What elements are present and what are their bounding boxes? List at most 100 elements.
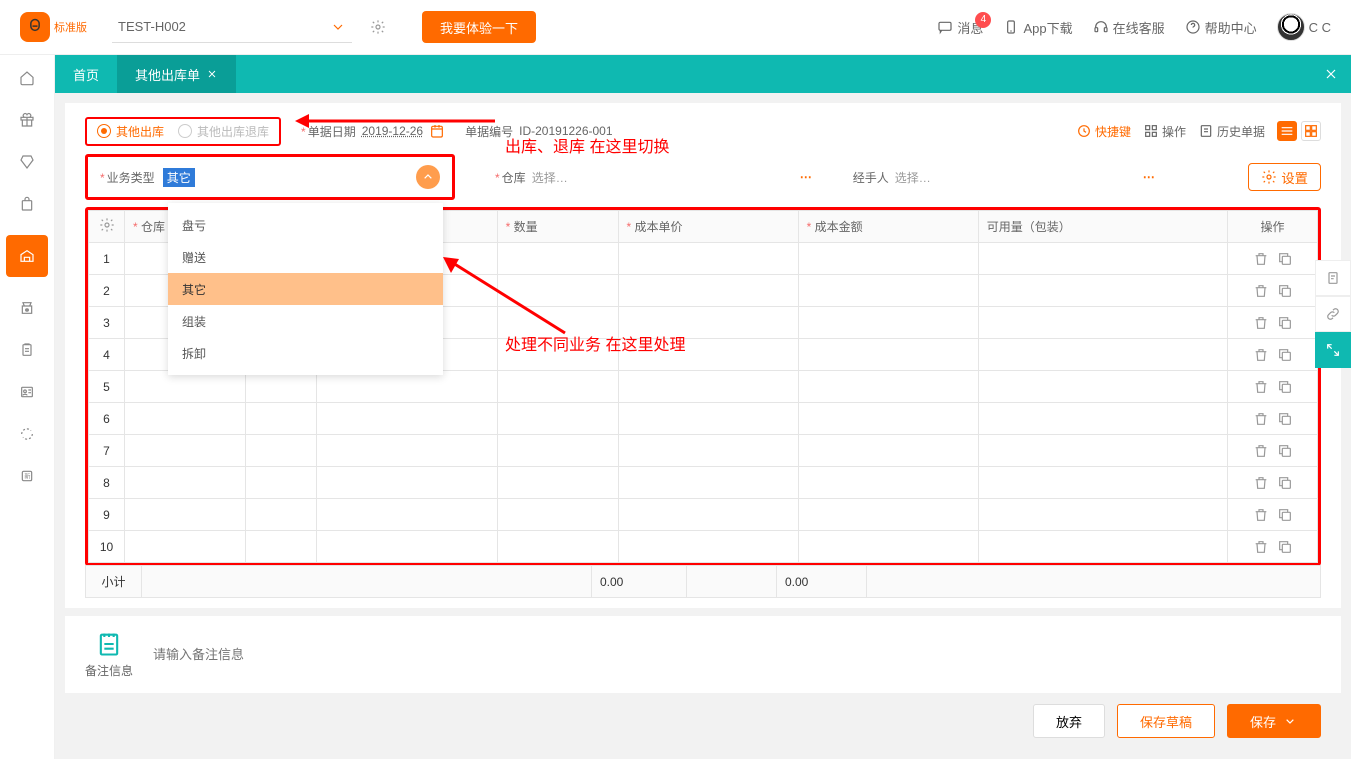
user-menu[interactable]: C C	[1277, 13, 1331, 41]
cell[interactable]	[618, 339, 798, 371]
side-doc[interactable]	[1315, 260, 1351, 296]
tab-other-outbound[interactable]: 其他出库单	[117, 55, 236, 93]
delete-icon[interactable]	[1253, 411, 1269, 427]
cell[interactable]	[618, 499, 798, 531]
cell[interactable]	[497, 339, 618, 371]
cell[interactable]	[978, 467, 1227, 499]
cell[interactable]	[497, 243, 618, 275]
copy-icon[interactable]	[1277, 411, 1293, 427]
nav-id[interactable]	[16, 381, 38, 403]
org-select[interactable]: TEST-H002	[112, 11, 352, 43]
cell[interactable]	[497, 275, 618, 307]
ops-button[interactable]: 操作	[1143, 123, 1186, 140]
handler-field[interactable]: 经手人 选择… ⋯	[853, 169, 1156, 186]
chevron-up-icon[interactable]	[416, 165, 440, 189]
discard-button[interactable]: 放弃	[1033, 704, 1105, 738]
cell[interactable]	[978, 403, 1227, 435]
cell[interactable]	[798, 307, 978, 339]
nav-gift[interactable]	[16, 109, 38, 131]
copy-icon[interactable]	[1277, 507, 1293, 523]
cell[interactable]	[497, 403, 618, 435]
cell[interactable]	[798, 403, 978, 435]
tab-home[interactable]: 首页	[55, 55, 117, 93]
cell[interactable]	[618, 307, 798, 339]
cell[interactable]	[245, 435, 317, 467]
nav-warehouse[interactable]	[6, 235, 48, 277]
more-icon[interactable]: ⋯	[800, 170, 813, 184]
close-icon[interactable]	[206, 68, 218, 80]
help-center[interactable]: 帮助中心	[1185, 18, 1257, 37]
cell[interactable]	[317, 531, 497, 563]
cell[interactable]	[618, 531, 798, 563]
settings-button[interactable]: 设置	[1248, 163, 1321, 191]
delete-icon[interactable]	[1253, 507, 1269, 523]
app-download[interactable]: App下载	[1003, 18, 1072, 37]
cell[interactable]	[618, 275, 798, 307]
cell[interactable]	[245, 499, 317, 531]
copy-icon[interactable]	[1277, 475, 1293, 491]
cell[interactable]	[978, 275, 1227, 307]
copy-icon[interactable]	[1277, 251, 1293, 267]
messages-button[interactable]: 消息 4	[937, 18, 983, 37]
side-expand[interactable]	[1315, 332, 1351, 368]
nav-money[interactable]	[16, 297, 38, 319]
delete-icon[interactable]	[1253, 443, 1269, 459]
nav-refresh[interactable]	[16, 423, 38, 445]
dd-disassemble[interactable]: 拆卸	[168, 337, 443, 369]
cell[interactable]	[497, 371, 618, 403]
cell[interactable]	[125, 531, 246, 563]
cell[interactable]	[245, 531, 317, 563]
cell[interactable]	[798, 531, 978, 563]
nav-diamond[interactable]	[16, 151, 38, 173]
shortcut-button[interactable]: 快捷键	[1076, 123, 1131, 140]
view-list[interactable]	[1277, 121, 1297, 141]
cell[interactable]	[125, 435, 246, 467]
nav-clipboard[interactable]	[16, 339, 38, 361]
cell[interactable]	[618, 435, 798, 467]
more-icon[interactable]: ⋯	[1143, 170, 1156, 184]
cell[interactable]	[317, 435, 497, 467]
cell[interactable]	[125, 467, 246, 499]
side-link[interactable]	[1315, 296, 1351, 332]
save-draft-button[interactable]: 保存草稿	[1117, 704, 1215, 738]
cell[interactable]	[497, 499, 618, 531]
copy-icon[interactable]	[1277, 443, 1293, 459]
dd-assemble[interactable]: 组装	[168, 305, 443, 337]
radio-return[interactable]: 其他出库退库	[178, 123, 269, 140]
cell[interactable]	[317, 499, 497, 531]
cell[interactable]	[978, 307, 1227, 339]
cell[interactable]	[125, 371, 246, 403]
history-button[interactable]: 历史单据	[1198, 123, 1265, 140]
cell[interactable]	[618, 403, 798, 435]
cell[interactable]	[125, 499, 246, 531]
cell[interactable]	[798, 275, 978, 307]
try-button[interactable]: 我要体验一下	[422, 11, 536, 43]
cell[interactable]	[798, 371, 978, 403]
remarks-input[interactable]	[153, 647, 1321, 662]
nav-new[interactable]: 新	[16, 465, 38, 487]
cell[interactable]	[978, 531, 1227, 563]
cell[interactable]	[618, 243, 798, 275]
view-grid[interactable]	[1301, 121, 1321, 141]
cell[interactable]	[497, 531, 618, 563]
cell[interactable]	[978, 243, 1227, 275]
settings-icon[interactable]	[364, 13, 392, 41]
nav-home[interactable]	[16, 67, 38, 89]
cell[interactable]	[618, 371, 798, 403]
cell[interactable]	[317, 371, 497, 403]
copy-icon[interactable]	[1277, 315, 1293, 331]
cell[interactable]	[978, 435, 1227, 467]
delete-icon[interactable]	[1253, 315, 1269, 331]
copy-icon[interactable]	[1277, 379, 1293, 395]
cell[interactable]	[497, 435, 618, 467]
cell[interactable]	[245, 371, 317, 403]
copy-icon[interactable]	[1277, 539, 1293, 555]
cell[interactable]	[978, 339, 1227, 371]
cell[interactable]	[125, 403, 246, 435]
cell[interactable]	[798, 499, 978, 531]
cell[interactable]	[978, 499, 1227, 531]
dd-other[interactable]: 其它	[168, 273, 443, 305]
cell[interactable]	[798, 435, 978, 467]
customer-service[interactable]: 在线客服	[1093, 18, 1165, 37]
cell[interactable]	[618, 467, 798, 499]
